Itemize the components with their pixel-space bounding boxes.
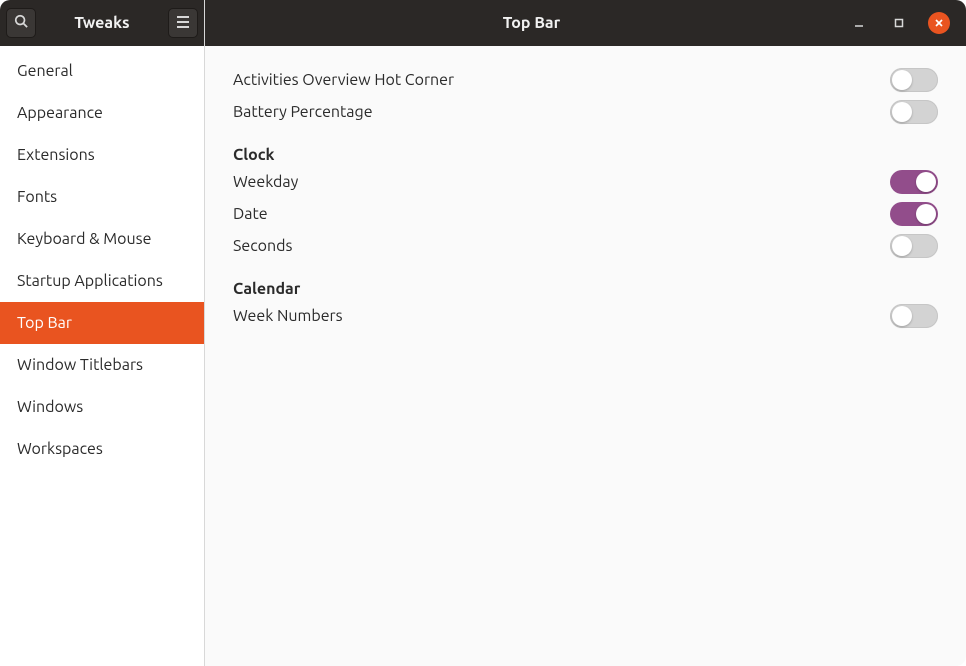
switch-knob: [916, 172, 936, 192]
setting-row-date: Date: [233, 198, 938, 230]
content-area: Activities Overview Hot Corner Battery P…: [205, 46, 966, 666]
sidebar-list: General Appearance Extensions Fonts Keyb…: [0, 46, 204, 666]
sidebar-item-windows[interactable]: Windows: [0, 386, 204, 428]
switch-date[interactable]: [890, 202, 938, 226]
app-title: Tweaks: [42, 14, 162, 32]
switch-seconds[interactable]: [890, 234, 938, 258]
section-header-clock: Clock: [233, 146, 938, 164]
sidebar-item-label: Extensions: [17, 146, 95, 164]
setting-label: Activities Overview Hot Corner: [233, 71, 454, 89]
switch-battery-percentage[interactable]: [890, 100, 938, 124]
switch-knob: [892, 236, 912, 256]
setting-row-seconds: Seconds: [233, 230, 938, 262]
search-button[interactable]: [6, 8, 36, 38]
app-window: Tweaks General Appearance Extensions Fon…: [0, 0, 966, 666]
setting-label: Date: [233, 205, 268, 223]
main-header: Top Bar: [205, 0, 966, 46]
sidebar-item-fonts[interactable]: Fonts: [0, 176, 204, 218]
sidebar-item-workspaces[interactable]: Workspaces: [0, 428, 204, 470]
maximize-button[interactable]: [888, 12, 910, 34]
main-panel: Top Bar: [205, 0, 966, 666]
close-icon: [934, 14, 944, 32]
switch-activities-hot-corner[interactable]: [890, 68, 938, 92]
sidebar-item-label: General: [17, 62, 73, 80]
sidebar-item-label: Startup Applications: [17, 272, 163, 290]
section-header-calendar: Calendar: [233, 280, 938, 298]
sidebar-item-label: Windows: [17, 398, 83, 416]
switch-knob: [892, 306, 912, 326]
setting-row-activities-hot-corner: Activities Overview Hot Corner: [233, 64, 938, 96]
setting-row-week-numbers: Week Numbers: [233, 300, 938, 332]
switch-knob: [892, 102, 912, 122]
switch-knob: [892, 70, 912, 90]
switch-week-numbers[interactable]: [890, 304, 938, 328]
close-button[interactable]: [928, 12, 950, 34]
setting-label: Seconds: [233, 237, 292, 255]
search-icon: [14, 14, 28, 32]
setting-label: Battery Percentage: [233, 103, 373, 121]
sidebar-item-label: Fonts: [17, 188, 57, 206]
sidebar-item-appearance[interactable]: Appearance: [0, 92, 204, 134]
setting-row-weekday: Weekday: [233, 166, 938, 198]
sidebar-item-label: Top Bar: [17, 314, 72, 332]
hamburger-icon: [176, 14, 190, 32]
maximize-icon: [894, 14, 904, 32]
setting-row-battery-percentage: Battery Percentage: [233, 96, 938, 128]
sidebar-item-general[interactable]: General: [0, 50, 204, 92]
sidebar-item-label: Appearance: [17, 104, 103, 122]
page-title: Top Bar: [215, 14, 848, 32]
switch-knob: [916, 204, 936, 224]
sidebar-item-keyboard-mouse[interactable]: Keyboard & Mouse: [0, 218, 204, 260]
sidebar-item-top-bar[interactable]: Top Bar: [0, 302, 204, 344]
sidebar-item-extensions[interactable]: Extensions: [0, 134, 204, 176]
window-controls: [848, 12, 956, 34]
sidebar-item-label: Keyboard & Mouse: [17, 230, 151, 248]
hamburger-menu-button[interactable]: [168, 8, 198, 38]
setting-label: Week Numbers: [233, 307, 343, 325]
minimize-button[interactable]: [848, 12, 870, 34]
sidebar-header: Tweaks: [0, 0, 204, 46]
setting-label: Weekday: [233, 173, 298, 191]
minimize-icon: [854, 14, 864, 32]
switch-weekday[interactable]: [890, 170, 938, 194]
sidebar-item-label: Window Titlebars: [17, 356, 143, 374]
sidebar-item-startup-applications[interactable]: Startup Applications: [0, 260, 204, 302]
sidebar-item-label: Workspaces: [17, 440, 103, 458]
sidebar-item-window-titlebars[interactable]: Window Titlebars: [0, 344, 204, 386]
sidebar: Tweaks General Appearance Extensions Fon…: [0, 0, 205, 666]
